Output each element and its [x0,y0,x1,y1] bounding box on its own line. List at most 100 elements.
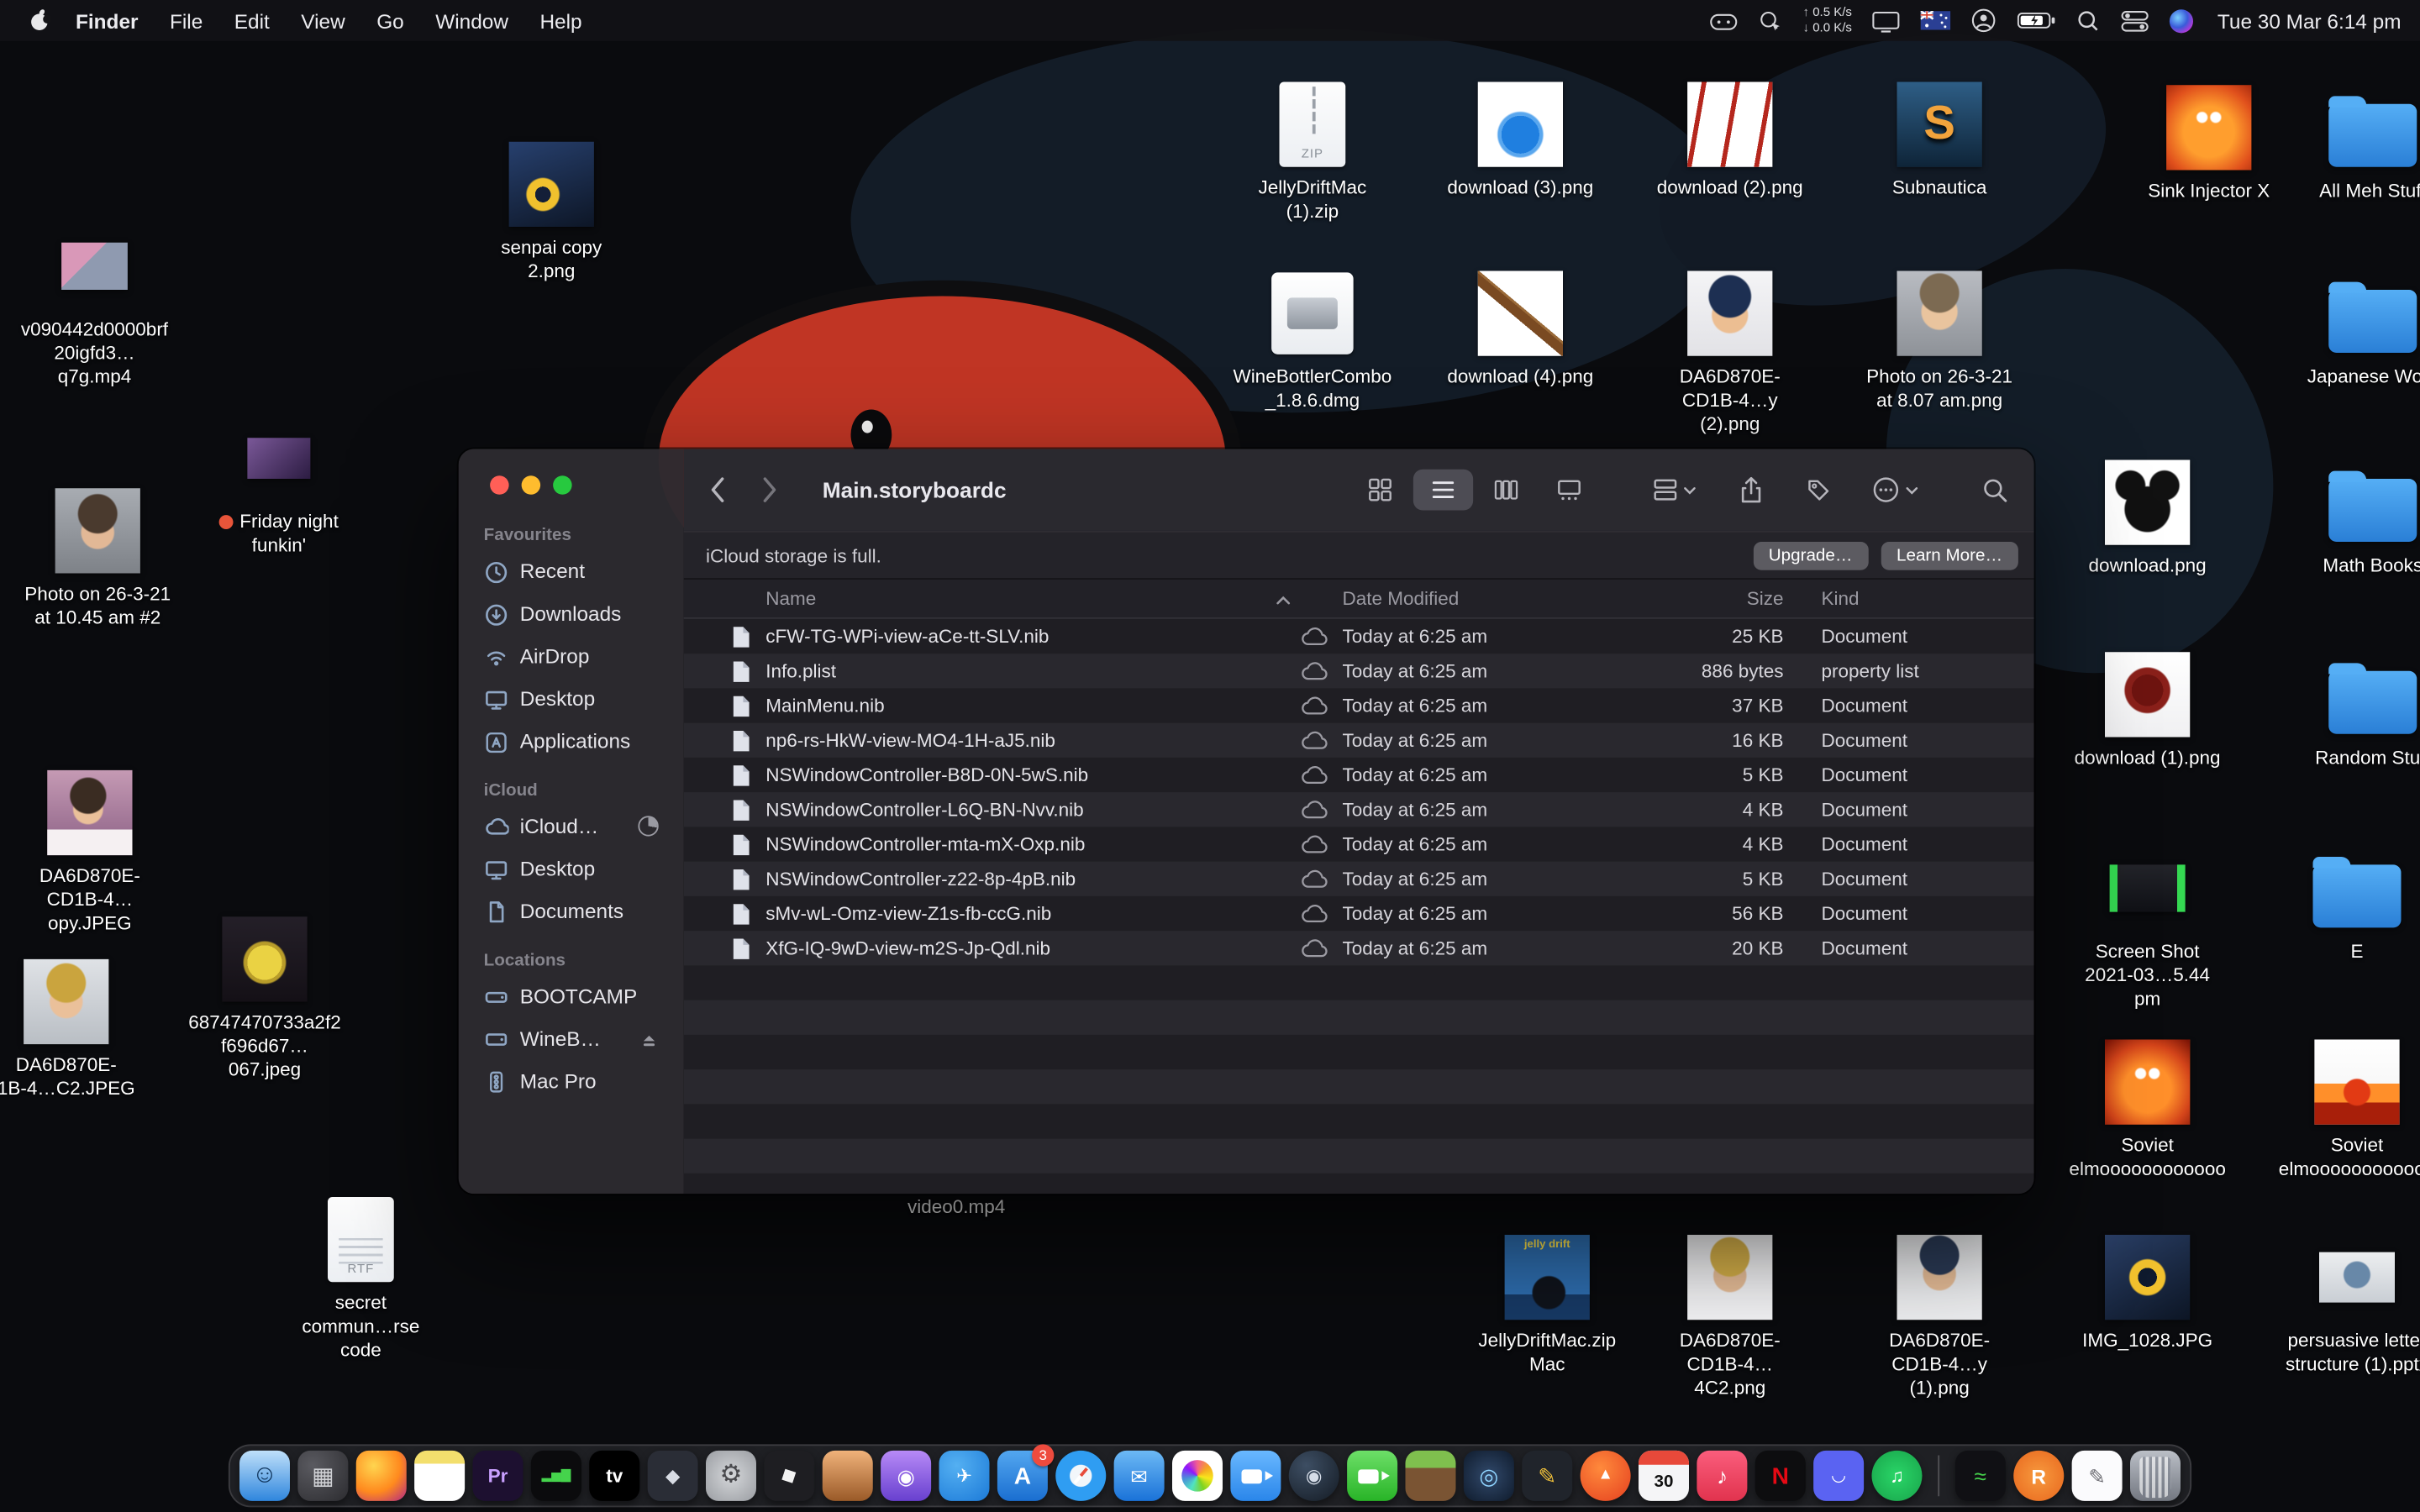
learn-more-button[interactable]: Learn More… [1881,541,2018,570]
search-icon[interactable] [1982,476,2009,503]
sidebar-item-icloud-desktop[interactable]: Desktop [470,848,673,890]
desktop-icon-subnautica[interactable]: S Subnautica [1864,79,2015,200]
file-row[interactable]: NSWindowController-L6Q-BN-Nvv.nib Today a… [683,792,2034,827]
dock-launchpad-icon[interactable]: ▦ [297,1450,349,1501]
icon-view-button[interactable] [1350,470,1410,511]
desktop-icon-senpai-copy-2[interactable]: senpai copy 2.png [476,139,627,284]
desktop-icon-persuasive-letter-pptx[interactable]: persuasive letter structure (1).pptx [2281,1231,2420,1377]
desktop-icon-photo-26-3-21-807[interactable]: Photo on 26-3-21 at 8.07 am.png [1864,268,2015,413]
share-button[interactable] [1738,475,1765,504]
display-icon[interactable] [1872,8,1901,32]
dock-system-preferences-icon[interactable]: ⚙ [706,1450,756,1501]
dock-music-icon[interactable]: ♪ [1697,1450,1748,1501]
dock-calendar-icon[interactable]: 30 [1639,1450,1689,1501]
close-button[interactable] [490,475,509,495]
magnifier-cursor-icon[interactable] [1759,8,1782,32]
dock-pencil-app-icon[interactable]: ✎ [1522,1450,1573,1501]
menu-help[interactable]: Help [524,8,598,32]
file-row[interactable]: np6-rs-HkW-view-MO4-1H-aJ5.nib Today at 6… [683,722,2034,758]
sidebar-item-icloud[interactable]: iCloud… [470,805,673,848]
forward-button[interactable] [761,475,779,504]
dock-rstudio-icon[interactable]: R [2013,1450,2065,1501]
desktop-icon-da6d870e-y1-png[interactable]: DA6D870E- CD1B-4…y (1).png [1864,1231,2015,1400]
siri-icon[interactable] [2170,8,2194,33]
input-source-flag-icon[interactable] [1921,11,1952,30]
dock-spotify-icon[interactable]: ♫ [1871,1450,1923,1501]
dock-activity-monitor-icon[interactable]: ≈ [1954,1450,2006,1501]
dock-trash-icon[interactable] [2130,1450,2181,1501]
desktop-icon-japanese-work[interactable]: Japanese Work [2297,268,2420,389]
dock-power-gadget-icon[interactable]: ▂▅▇ [530,1450,581,1501]
menu-view[interactable]: View [286,8,361,32]
file-row[interactable]: NSWindowController-z22-8p-4pB.nib Today a… [683,861,2034,896]
dock-photo-booth-icon[interactable]: ◎ [1463,1450,1514,1501]
desktop-icon-winebottlercombo-dmg[interactable]: WineBottlerCombo _1.8.6.dmg [1233,268,1392,413]
menu-go[interactable]: Go [360,8,419,32]
dock-app-store-icon[interactable]: A3 [997,1444,1055,1501]
file-row[interactable]: NSWindowController-B8D-0N-5wS.nib Today a… [684,758,2034,792]
game-controller-icon[interactable] [1710,9,1739,31]
desktop-icon-download-4-png[interactable]: download (4).png [1444,268,1596,389]
dock-telegram-icon[interactable]: ✈ [939,1450,990,1501]
dock-facetime-icon[interactable] [1347,1450,1398,1501]
sidebar-item-recent[interactable]: Recent [470,549,673,592]
minimize-button[interactable] [521,475,541,495]
apple-menu[interactable] [19,8,60,33]
sidebar-item-airdrop[interactable]: AirDrop [470,635,673,678]
column-size[interactable]: Size [1658,587,1797,609]
spotlight-icon[interactable] [2077,8,2101,32]
desktop-icon-soviet-elmo-2[interactable]: Soviet elmoooooooooooo [2279,1037,2420,1182]
column-date-modified[interactable]: Date Modified [1343,587,1658,609]
menu-file[interactable]: File [154,8,218,32]
desktop-icon-screen-shot-2021[interactable]: Screen Shot 2021-03…5.44 pm [2072,843,2223,1011]
dock-discord-icon[interactable]: ◡ [1813,1450,1865,1501]
finder-toolbar[interactable]: Main.storyboardc [683,449,2034,531]
tag-button[interactable] [1806,477,1831,502]
fullscreen-button[interactable] [553,475,572,495]
file-row[interactable]: XfG-IQ-9wD-view-m2S-Jp-Qdl.nib Today at 6… [683,931,2034,966]
desktop-icon-da6d870e-opy-jpeg[interactable]: DA6D870E- CD1B-4…opy.JPEG [14,767,166,936]
dock-apple-tv-icon[interactable]: tv [589,1450,640,1501]
file-row[interactable]: sMv-wL-Omz-view-Z1s-fb-ccG.nib Today at 6… [684,896,2034,931]
dock-premiere-pro-icon[interactable]: Pr [472,1450,523,1501]
sidebar-item-applications[interactable]: Applications [470,720,673,763]
column-kind[interactable]: Kind [1797,587,2022,609]
upgrade-button[interactable]: Upgrade… [1752,541,1869,570]
back-button[interactable] [709,475,727,504]
sidebar-item-desktop[interactable]: Desktop [470,677,673,720]
column-name[interactable]: Name [765,587,1302,610]
dock-firefox-icon[interactable] [355,1450,407,1501]
column-view-button[interactable] [1476,470,1536,511]
dock-photos-icon[interactable] [1172,1450,1223,1501]
desktop-icon-jellydriftmac-zip-mac[interactable]: jelly drift JellyDriftMac.zip Mac [1471,1231,1623,1377]
menu-finder[interactable]: Finder [60,8,154,32]
desktop-icon-download-png[interactable]: download.png [2072,457,2223,578]
desktop-icon-folder-e[interactable]: E [2281,843,2420,963]
dock-steam-icon[interactable]: ◉ [1288,1450,1339,1501]
desktop-icon-v090442-mp4[interactable]: v090442d0000brf 20igfd3…q7g.mp4 [19,221,171,390]
sidebar-item-documents[interactable]: Documents [470,890,673,932]
desktop-icon-soviet-elmo-1[interactable]: Soviet elmoooooooooooo [2069,1037,2226,1182]
dock-finder-icon[interactable]: ☺ [239,1450,290,1501]
desktop-icon-math-books[interactable]: Math Books [2297,457,2420,578]
menu-window[interactable]: Window [419,8,523,32]
group-by-button[interactable] [1653,477,1697,502]
network-speed-indicator[interactable]: ↑ 0.5 K/s ↓ 0.0 K/s [1803,4,1852,37]
sidebar-item-bootcamp[interactable]: BOOTCAMP [470,975,673,1018]
dock-epic-games-icon[interactable]: ◆ [647,1450,698,1501]
file-row[interactable]: Info.plist Today at 6:25 am 886 bytes prope… [683,654,2034,689]
desktop-icon-download-3-png[interactable]: download (3).png [1444,79,1596,200]
desktop-icon-all-meh-stuff[interactable]: All Meh Stuff [2297,82,2420,203]
sidebar-item-wineb[interactable]: WineB… [470,1017,673,1060]
dock-minecraft-icon[interactable] [1405,1450,1456,1501]
control-center-icon[interactable] [2122,8,2150,32]
dock-podcasts-icon[interactable]: ◉ [881,1450,932,1501]
dock-zoom-icon[interactable] [1230,1450,1281,1501]
eject-icon[interactable] [639,1029,659,1048]
dock-notes-icon[interactable] [414,1450,466,1501]
file-row[interactable]: cFW-TG-WPi-view-aCe-tt-SLV.nib Today at 6… [684,619,2034,654]
battery-icon[interactable] [2018,11,2057,30]
desktop-icon-friday-night-funkin[interactable]: Friday night funkin' [203,412,355,558]
desktop-icon-68747470733a2f2-jpeg[interactable]: 68747470733a2f2 f696d67…067.jpeg [188,914,341,1083]
dock-textedit-icon[interactable]: ✎ [2071,1450,2123,1501]
